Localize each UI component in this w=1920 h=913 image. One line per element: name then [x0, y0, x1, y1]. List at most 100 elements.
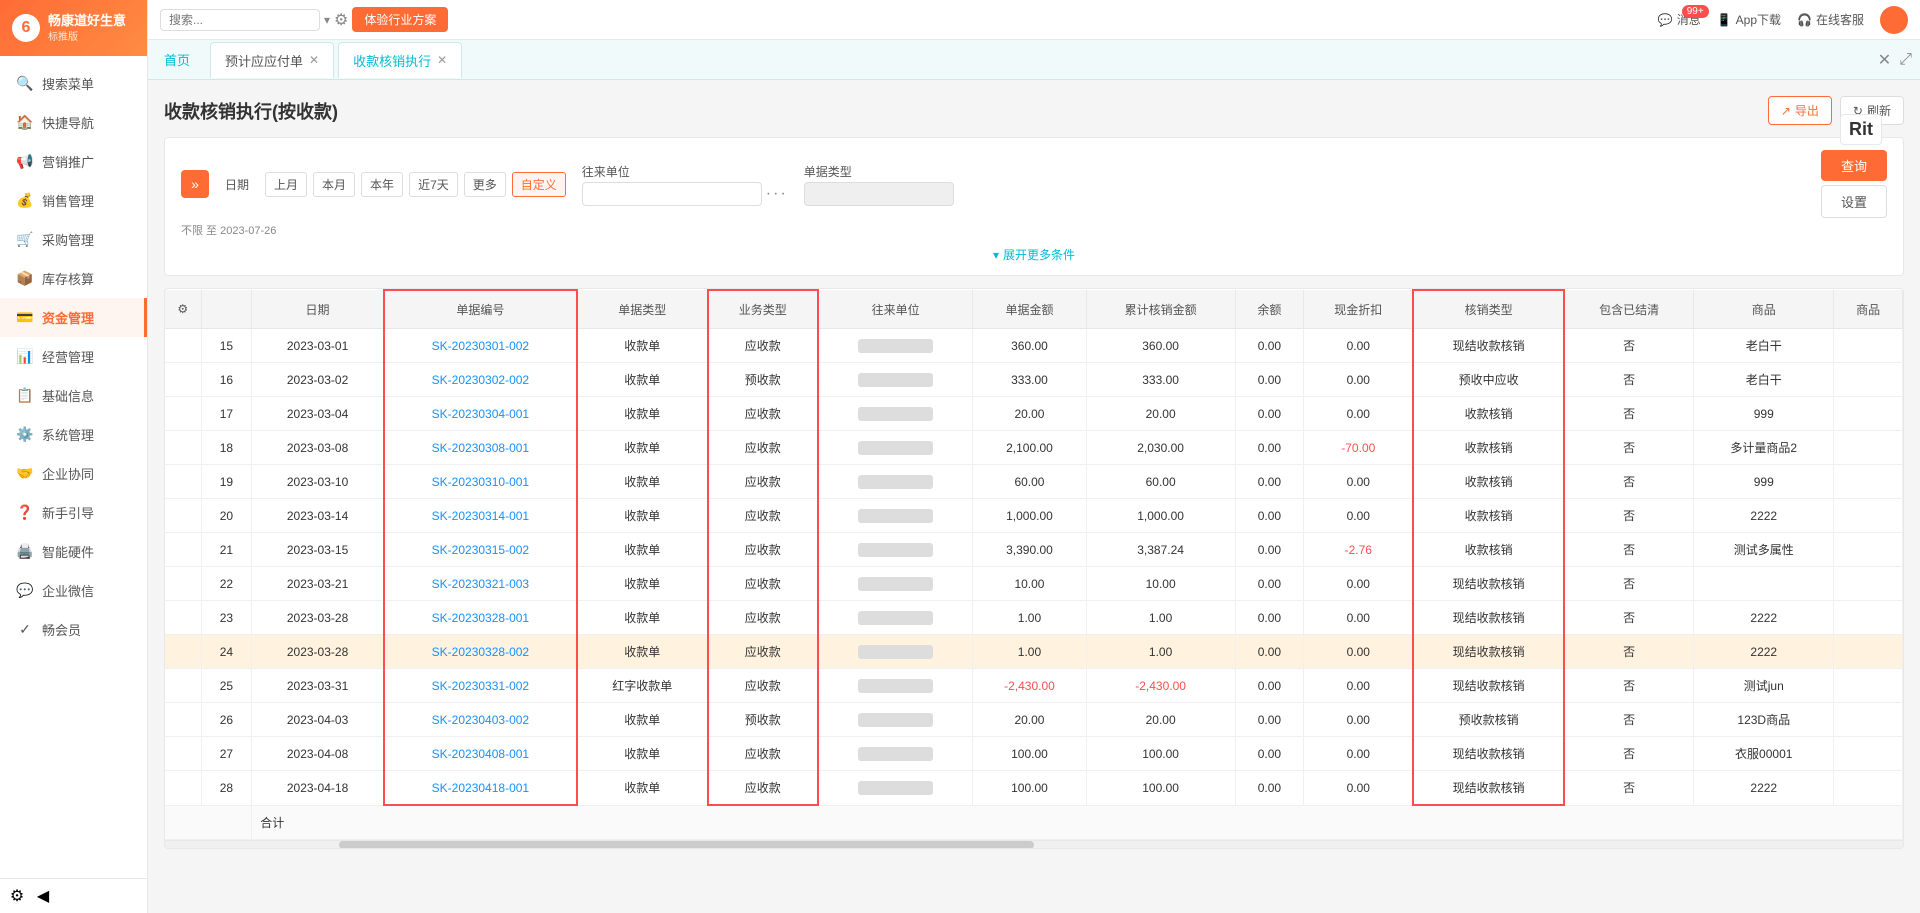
cell-bill-type: 收款单 — [577, 431, 708, 465]
breadcrumb-dropdown-icon[interactable]: ▾ — [324, 13, 330, 27]
export-button[interactable]: ↗ 导出 — [1768, 96, 1832, 125]
cell-partner: ██████ — [818, 465, 973, 499]
cell-goods — [1694, 567, 1834, 601]
cell-seq: 27 — [201, 737, 252, 771]
sidebar-item-finance[interactable]: 💳 资金管理 — [0, 298, 147, 337]
filter-settings-button[interactable]: 设置 — [1821, 185, 1887, 218]
bill-no-link[interactable]: SK-20230321-003 — [432, 577, 529, 591]
bill-no-link[interactable]: SK-20230408-001 — [432, 747, 529, 761]
filter-date-more[interactable]: 更多 — [464, 172, 506, 197]
cell-goods: 老白干 — [1694, 329, 1834, 363]
sidebar-item-sales[interactable]: 💰 销售管理 — [0, 181, 147, 220]
cell-cash-discount: 0.00 — [1304, 737, 1414, 771]
cell-date: 2023-03-21 — [252, 567, 384, 601]
user-avatar[interactable] — [1880, 6, 1908, 34]
partner-filter-input[interactable] — [582, 182, 762, 206]
sidebar-item-hardware[interactable]: 🖨️ 智能硬件 — [0, 532, 147, 571]
filter-date-this-year[interactable]: 本年 — [361, 172, 403, 197]
cell-balance: 0.00 — [1235, 397, 1304, 431]
cell-seq: 26 — [201, 703, 252, 737]
cell-gear — [165, 329, 201, 363]
bill-no-link[interactable]: SK-20230418-001 — [432, 781, 529, 795]
cell-bill-amount: 1.00 — [973, 601, 1086, 635]
sidebar-item-marketing[interactable]: 📢 营销推广 — [0, 142, 147, 181]
bill-type-filter-label: 单据类型 — [804, 163, 954, 180]
tab-verify[interactable]: 收款核销执行 ✕ — [338, 42, 462, 78]
sidebar-item-member[interactable]: ✓ 畅会员 — [0, 610, 147, 649]
table-scrollbar[interactable] — [165, 840, 1903, 848]
cell-bill-amount: -2,430.00 — [973, 669, 1086, 703]
bill-no-link[interactable]: SK-20230403-002 — [432, 713, 529, 727]
sidebar-item-wechat[interactable]: 💬 企业微信 — [0, 571, 147, 610]
date-range-display: 不限 至 2023-07-26 — [181, 222, 1887, 238]
cell-goods2 — [1834, 363, 1903, 397]
app-download-button[interactable]: 📱 App下载 — [1717, 11, 1781, 28]
solution-button[interactable]: 体验行业方案 — [352, 7, 448, 32]
query-button[interactable]: 查询 — [1821, 150, 1887, 181]
cell-balance: 0.00 — [1235, 499, 1304, 533]
cell-balance: 0.00 — [1235, 771, 1304, 806]
cell-include-settled: 否 — [1564, 771, 1694, 806]
bill-type-select[interactable] — [804, 182, 954, 206]
cell-include-settled: 否 — [1564, 533, 1694, 567]
bill-no-link[interactable]: SK-20230328-002 — [432, 645, 529, 659]
bill-no-link[interactable]: SK-20230304-001 — [432, 407, 529, 421]
sidebar-item-system[interactable]: ⚙️ 系统管理 — [0, 415, 147, 454]
bill-no-link[interactable]: SK-20230310-001 — [432, 475, 529, 489]
close-window-icon[interactable]: ✕ — [1878, 50, 1891, 70]
tab-prepay-close[interactable]: ✕ — [309, 53, 319, 67]
cell-bill-no: SK-20230328-002 — [384, 635, 577, 669]
bill-no-link[interactable]: SK-20230314-001 — [432, 509, 529, 523]
cell-gear — [165, 431, 201, 465]
bill-no-link[interactable]: SK-20230331-002 — [432, 679, 529, 693]
cell-cum-verify: 20.00 — [1086, 397, 1235, 431]
sidebar-item-quicknav[interactable]: 🏠 快捷导航 — [0, 103, 147, 142]
bill-no-link[interactable]: SK-20230328-001 — [432, 611, 529, 625]
th-gear[interactable]: ⚙ — [165, 290, 201, 329]
filter-date-this-month[interactable]: 本月 — [313, 172, 355, 197]
sidebar-item-guide[interactable]: ❓ 新手引导 — [0, 493, 147, 532]
topbar-right: 💬 消息 99+ 📱 App下载 🎧 在线客服 — [1658, 6, 1908, 34]
sidebar-settings-button[interactable]: ⚙ — [8, 887, 26, 905]
tab-prepay[interactable]: 预计应应付单 ✕ — [210, 42, 334, 78]
filter-toggle-button[interactable]: » — [181, 170, 209, 198]
filter-date-7days[interactable]: 近7天 — [409, 172, 458, 197]
sidebar-item-purchase[interactable]: 🛒 采购管理 — [0, 220, 147, 259]
sidebar-item-enterprise[interactable]: 🤝 企业协同 — [0, 454, 147, 493]
cell-verify-type: 预收中应收 — [1413, 363, 1564, 397]
bill-no-link[interactable]: SK-20230315-002 — [432, 543, 529, 557]
th-cum-verify: 累计核销金额 — [1086, 290, 1235, 329]
cell-biz-type: 应收款 — [708, 397, 818, 431]
expand-conditions-button[interactable]: ▾ 展开更多条件 — [181, 246, 1887, 263]
filter-date-last-month[interactable]: 上月 — [265, 172, 307, 197]
cell-cash-discount: 0.00 — [1304, 703, 1414, 737]
cell-cash-discount: 0.00 — [1304, 635, 1414, 669]
expand-window-icon[interactable]: ⤢ — [1899, 51, 1912, 69]
cell-partner: ██████ — [818, 669, 973, 703]
cell-balance: 0.00 — [1235, 669, 1304, 703]
sidebar-item-inventory[interactable]: 📦 库存核算 — [0, 259, 147, 298]
page-title-bar: 收款核销执行(按收款) ↗ 导出 ↻ 刷新 — [164, 96, 1904, 125]
sidebar-collapse-button[interactable]: ◀ — [34, 887, 52, 905]
messages-button[interactable]: 💬 消息 99+ — [1658, 11, 1701, 28]
bill-no-link[interactable]: SK-20230302-002 — [432, 373, 529, 387]
filter-date-custom[interactable]: 自定义 — [512, 172, 566, 197]
bill-no-link[interactable]: SK-20230308-001 — [432, 441, 529, 455]
cell-seq: 20 — [201, 499, 252, 533]
sidebar-item-basic[interactable]: 📋 基础信息 — [0, 376, 147, 415]
breadcrumb-search-input[interactable] — [160, 9, 320, 31]
sidebar-item-operation[interactable]: 📊 经营管理 — [0, 337, 147, 376]
rit-badge: Rit — [1840, 114, 1882, 145]
online-service-button[interactable]: 🎧 在线客服 — [1797, 11, 1864, 28]
cell-goods2 — [1834, 567, 1903, 601]
tab-verify-close[interactable]: ✕ — [437, 53, 447, 67]
cell-cum-verify: 1.00 — [1086, 601, 1235, 635]
bill-no-link[interactable]: SK-20230301-002 — [432, 339, 529, 353]
sidebar-item-search[interactable]: 🔍 搜索菜单 — [0, 64, 147, 103]
basic-icon: 📋 — [16, 387, 34, 405]
cell-seq: 25 — [201, 669, 252, 703]
tab-home[interactable]: 首页 — [148, 42, 206, 77]
cell-gear — [165, 601, 201, 635]
date-filter-label: 日期 — [225, 176, 249, 193]
settings-gear-icon[interactable]: ⚙ — [334, 10, 348, 30]
